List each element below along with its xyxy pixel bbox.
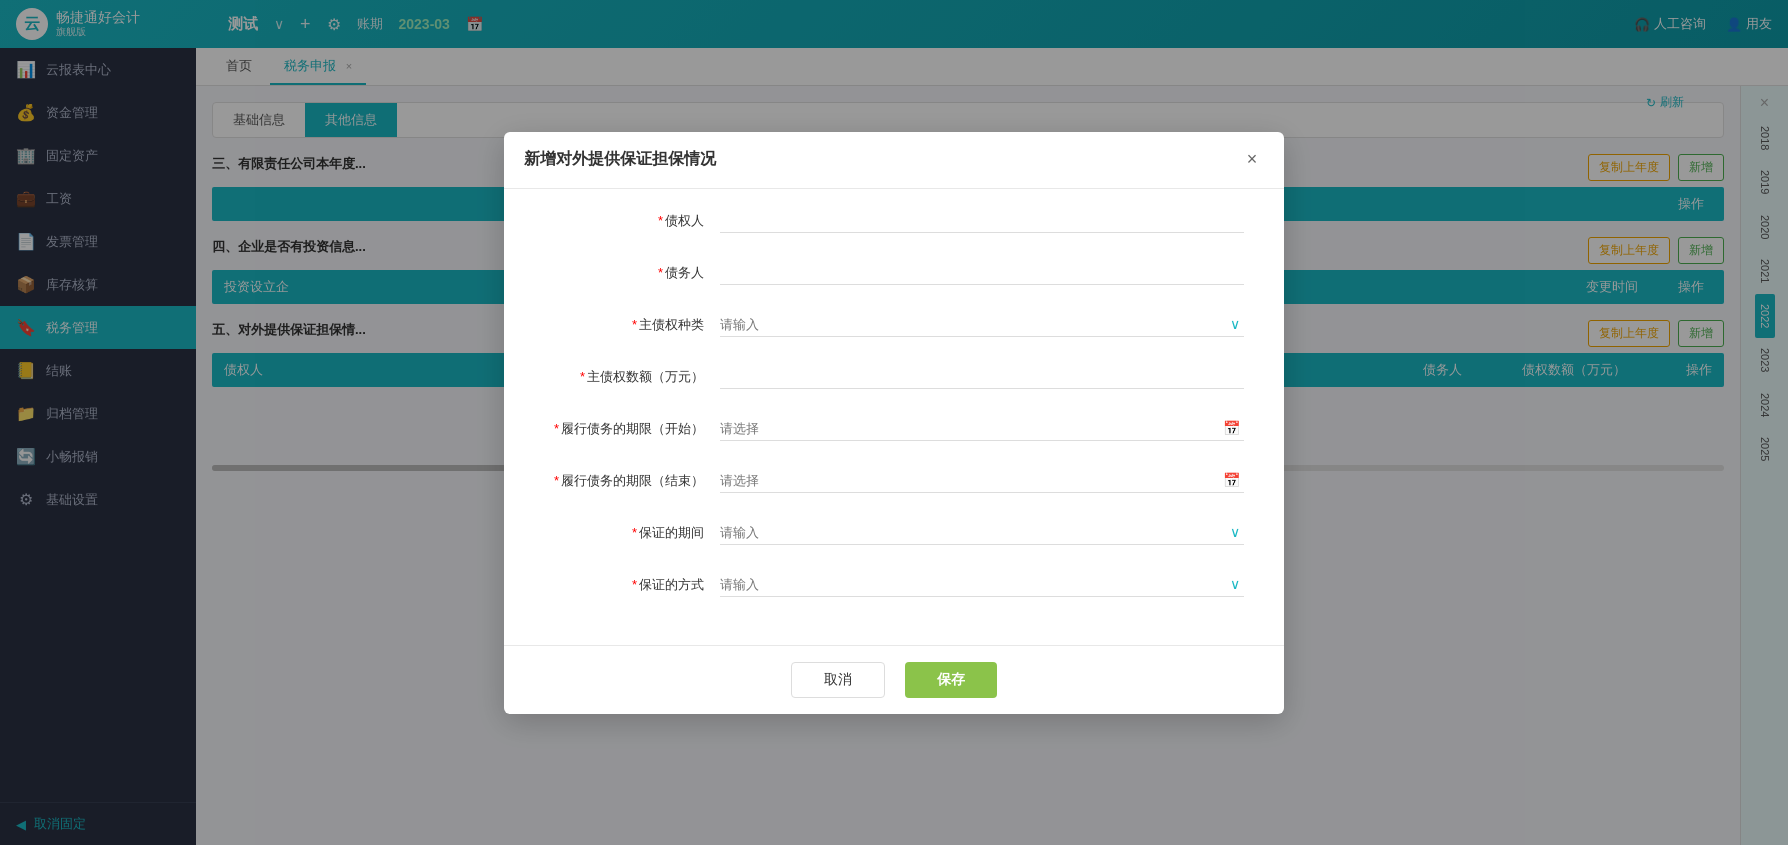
debtor-label: *债务人 xyxy=(544,264,704,282)
dialog-footer: 取消 保存 xyxy=(504,645,1284,714)
guarantee-period-wrap: ∨ xyxy=(720,521,1244,545)
creditor-input-wrap xyxy=(720,209,1244,233)
creditor-input[interactable] xyxy=(720,209,1244,232)
period-start-label: *履行债务的期限（开始） xyxy=(544,420,704,438)
creditor-label: *债权人 xyxy=(544,212,704,230)
form-row-debtor: *债务人 xyxy=(544,261,1244,285)
guarantee-period-label: *保证的期间 xyxy=(544,524,704,542)
claim-amount-input[interactable] xyxy=(720,365,1244,388)
form-row-guarantee-method: *保证的方式 ∨ xyxy=(544,573,1244,597)
claim-type-label: *主债权种类 xyxy=(544,316,704,334)
period-end-wrap: 📅 xyxy=(720,469,1244,493)
claim-amount-wrap xyxy=(720,365,1244,389)
form-row-period-end: *履行债务的期限（结束） 📅 xyxy=(544,469,1244,493)
dialog: 新增对外提供保证担保情况 × *债权人 *债务人 xyxy=(504,132,1284,714)
dialog-title: 新增对外提供保证担保情况 xyxy=(524,149,716,170)
form-row-creditor: *债权人 xyxy=(544,209,1244,233)
period-start-wrap: 📅 xyxy=(720,417,1244,441)
form-row-guarantee-period: *保证的期间 ∨ xyxy=(544,521,1244,545)
period-end-cal-icon[interactable]: 📅 xyxy=(1223,472,1240,488)
modal-overlay: 新增对外提供保证担保情况 × *债权人 *债务人 xyxy=(0,0,1788,845)
guarantee-method-label: *保证的方式 xyxy=(544,576,704,594)
debtor-input[interactable] xyxy=(720,261,1244,284)
form-row-claim-amount: *主债权数额（万元） xyxy=(544,365,1244,389)
dialog-close-button[interactable]: × xyxy=(1240,148,1264,172)
claim-type-wrap: ∨ xyxy=(720,313,1244,337)
dialog-header: 新增对外提供保证担保情况 × xyxy=(504,132,1284,189)
claim-type-input[interactable] xyxy=(720,313,1244,336)
period-end-input[interactable] xyxy=(720,469,1244,492)
guarantee-method-input[interactable] xyxy=(720,573,1244,596)
guarantee-method-wrap: ∨ xyxy=(720,573,1244,597)
form-row-period-start: *履行债务的期限（开始） 📅 xyxy=(544,417,1244,441)
debtor-input-wrap xyxy=(720,261,1244,285)
period-end-label: *履行债务的期限（结束） xyxy=(544,472,704,490)
save-button[interactable]: 保存 xyxy=(905,662,997,698)
dialog-body: *债权人 *债务人 *主债权种类 xyxy=(504,189,1284,645)
period-start-cal-icon[interactable]: 📅 xyxy=(1223,420,1240,436)
cancel-button[interactable]: 取消 xyxy=(791,662,885,698)
period-start-input[interactable] xyxy=(720,417,1244,440)
claim-amount-label: *主债权数额（万元） xyxy=(544,368,704,386)
guarantee-period-input[interactable] xyxy=(720,521,1244,544)
form-row-claim-type: *主债权种类 ∨ xyxy=(544,313,1244,337)
